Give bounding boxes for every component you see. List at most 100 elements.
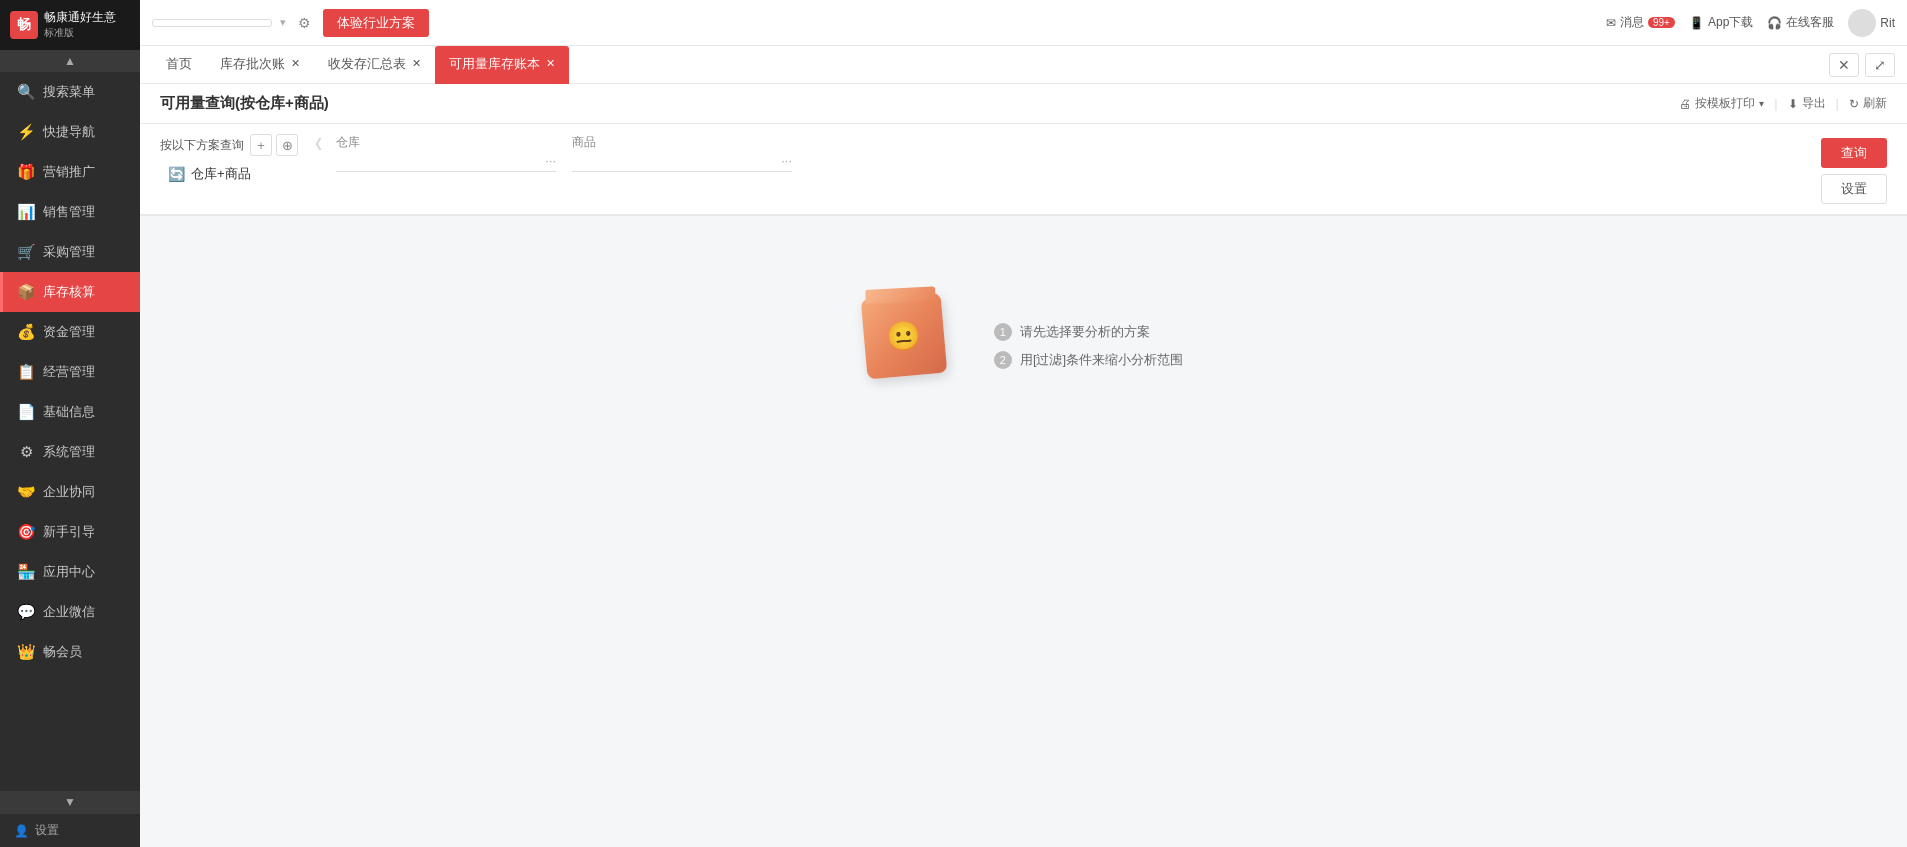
footer-label: 设置 [35,822,59,839]
sidebar: 畅 畅康通好生意 标准版 ▲ 🔍 搜索菜单 ⚡ 快捷导航 🎁 营销推广 📊 销售… [0,0,140,847]
sidebar-item-label: 畅会员 [43,643,82,661]
headset-icon: 🎧 [1767,16,1782,30]
gear-icon: ⚙ [17,443,35,461]
sidebar-item-label: 资金管理 [43,323,95,341]
export-label: 导出 [1802,95,1826,112]
sidebar-item-sales[interactable]: 📊 销售管理 [0,192,140,232]
target-icon: 🎯 [17,523,35,541]
sidebar-item-purchase[interactable]: 🛒 采购管理 [0,232,140,272]
warehouse-label: 仓库 [336,134,556,151]
export-action[interactable]: ⬇ 导出 [1788,95,1826,112]
settings-button[interactable]: 设置 [1821,174,1887,204]
goods-more-btn[interactable]: ··· [781,153,792,168]
message-label: 消息 [1620,14,1644,31]
print-dropdown-icon[interactable]: ▾ [1759,98,1764,109]
wechat-icon: 💬 [17,603,35,621]
user-icon: 👤 [14,824,29,838]
topbar-search[interactable] [152,19,272,27]
sidebar-item-cooperation[interactable]: 🤝 企业协同 [0,472,140,512]
tabs-bar: 首页 库存批次账 ✕ 收发存汇总表 ✕ 可用量库存账本 ✕ ✕ ⤢ [140,46,1907,84]
sidebar-item-inventory[interactable]: 📦 库存核算 [0,272,140,312]
sidebar-item-enterprise-wechat[interactable]: 💬 企业微信 [0,592,140,632]
tab-expand-button[interactable]: ⤢ [1865,53,1895,77]
sidebar-item-label: 系统管理 [43,443,95,461]
sidebar-item-operations[interactable]: 📋 经营管理 [0,352,140,392]
sidebar-item-app-center[interactable]: 🏪 应用中心 [0,552,140,592]
topbar-actions: ✉ 消息 99+ 📱 App下载 🎧 在线客服 Rit [1606,9,1895,37]
goods-label: 商品 [572,134,792,151]
sidebar-footer[interactable]: 👤 设置 [0,813,140,847]
app-title: 畅康通好生意 [44,10,116,26]
sidebar-item-marketing[interactable]: 🎁 营销推广 [0,152,140,192]
app-download-label: App下载 [1708,14,1753,31]
empty-tip-2-text: 用[过滤]条件来缩小分析范围 [1020,351,1183,369]
tab-recv-close[interactable]: ✕ [412,57,421,70]
tab-recv-label: 收发存汇总表 [328,55,406,73]
sidebar-header: 畅 畅康通好生意 标准版 [0,0,140,50]
tab-available-close[interactable]: ✕ [546,57,555,70]
filter-scheme-label: 按以下方案查询 [160,137,244,154]
sidebar-item-label: 库存核算 [43,283,95,301]
page-actions: 🖨 按模板打印 ▾ | ⬇ 导出 | ↻ 刷新 [1679,95,1887,112]
tab-available-ledger[interactable]: 可用量库存账本 ✕ [435,46,569,84]
filter-fields: 仓库 ··· 商品 ··· [336,134,1811,172]
sidebar-item-shortcut[interactable]: ⚡ 快捷导航 [0,112,140,152]
page-title: 可用量查询(按仓库+商品) [160,94,329,113]
sidebar-item-basic-info[interactable]: 📄 基础信息 [0,392,140,432]
filter-field-warehouse: 仓库 ··· [336,134,556,172]
sidebar-item-finance[interactable]: 💰 资金管理 [0,312,140,352]
warehouse-input[interactable] [336,153,539,168]
empty-illustration: 😐 [864,296,964,396]
username: Rit [1880,16,1895,30]
industry-solution-button[interactable]: 体验行业方案 [323,9,429,37]
search-icon: 🔍 [17,83,35,101]
sidebar-item-label: 企业微信 [43,603,95,621]
sidebar-item-label: 快捷导航 [43,123,95,141]
export-icon: ⬇ [1788,97,1798,111]
sidebar-scroll-down[interactable]: ▼ [0,791,140,813]
add-scheme-button[interactable]: + [250,134,272,156]
topbar-gear-icon[interactable]: ⚙ [294,15,315,31]
money-icon: 💰 [17,323,35,341]
user-profile[interactable]: Rit [1848,9,1895,37]
warehouse-more-btn[interactable]: ··· [545,153,556,168]
refresh-action[interactable]: ↻ 刷新 [1849,95,1887,112]
query-button[interactable]: 查询 [1821,138,1887,168]
tab-close-button[interactable]: ✕ [1829,53,1859,77]
cart-icon: 🛒 [17,243,35,261]
sidebar-item-member[interactable]: 👑 畅会员 [0,632,140,672]
sidebar-item-label: 营销推广 [43,163,95,181]
message-action[interactable]: ✉ 消息 99+ [1606,14,1675,31]
filter-action-buttons: 查询 设置 [1821,134,1887,204]
sidebar-item-label: 采购管理 [43,243,95,261]
filter-collapse-button[interactable]: 《 [304,136,326,154]
goods-input-wrap: ··· [572,153,792,172]
scheme-item-label: 仓库+商品 [191,165,251,183]
filter-scheme-header: 按以下方案查询 + ⊕ 《 [160,134,326,156]
tab-home[interactable]: 首页 [152,46,206,84]
settings-scheme-button[interactable]: ⊕ [276,134,298,156]
filter-scheme-buttons: + ⊕ [250,134,298,156]
warehouse-input-wrap: ··· [336,153,556,172]
sidebar-item-label: 新手引导 [43,523,95,541]
filter-panel: 按以下方案查询 + ⊕ 《 🔄 仓库+商品 仓库 · [140,124,1907,215]
sidebar-item-newbie[interactable]: 🎯 新手引导 [0,512,140,552]
topbar-dropdown[interactable]: ▾ [280,16,286,29]
empty-tips: 1 请先选择要分析的方案 2 用[过滤]条件来缩小分析范围 [994,323,1183,369]
sidebar-item-search[interactable]: 🔍 搜索菜单 [0,72,140,112]
app-download-action[interactable]: 📱 App下载 [1689,14,1753,31]
sidebar-logo: 畅 [10,11,38,39]
store-icon: 🏪 [17,563,35,581]
scheme-item-warehouse-goods[interactable]: 🔄 仓库+商品 [160,160,326,188]
tab-batch-close[interactable]: ✕ [291,57,300,70]
sidebar-item-label: 经营管理 [43,363,95,381]
print-action[interactable]: 🖨 按模板打印 ▾ [1679,95,1764,112]
gift-icon: 🎁 [17,163,35,181]
tab-batch-account[interactable]: 库存批次账 ✕ [206,46,314,84]
goods-input[interactable] [572,153,775,168]
online-service-action[interactable]: 🎧 在线客服 [1767,14,1834,31]
tab-recv-summary[interactable]: 收发存汇总表 ✕ [314,46,435,84]
message-badge: 99+ [1648,17,1675,28]
sidebar-scroll-up[interactable]: ▲ [0,50,140,72]
sidebar-item-system[interactable]: ⚙ 系统管理 [0,432,140,472]
